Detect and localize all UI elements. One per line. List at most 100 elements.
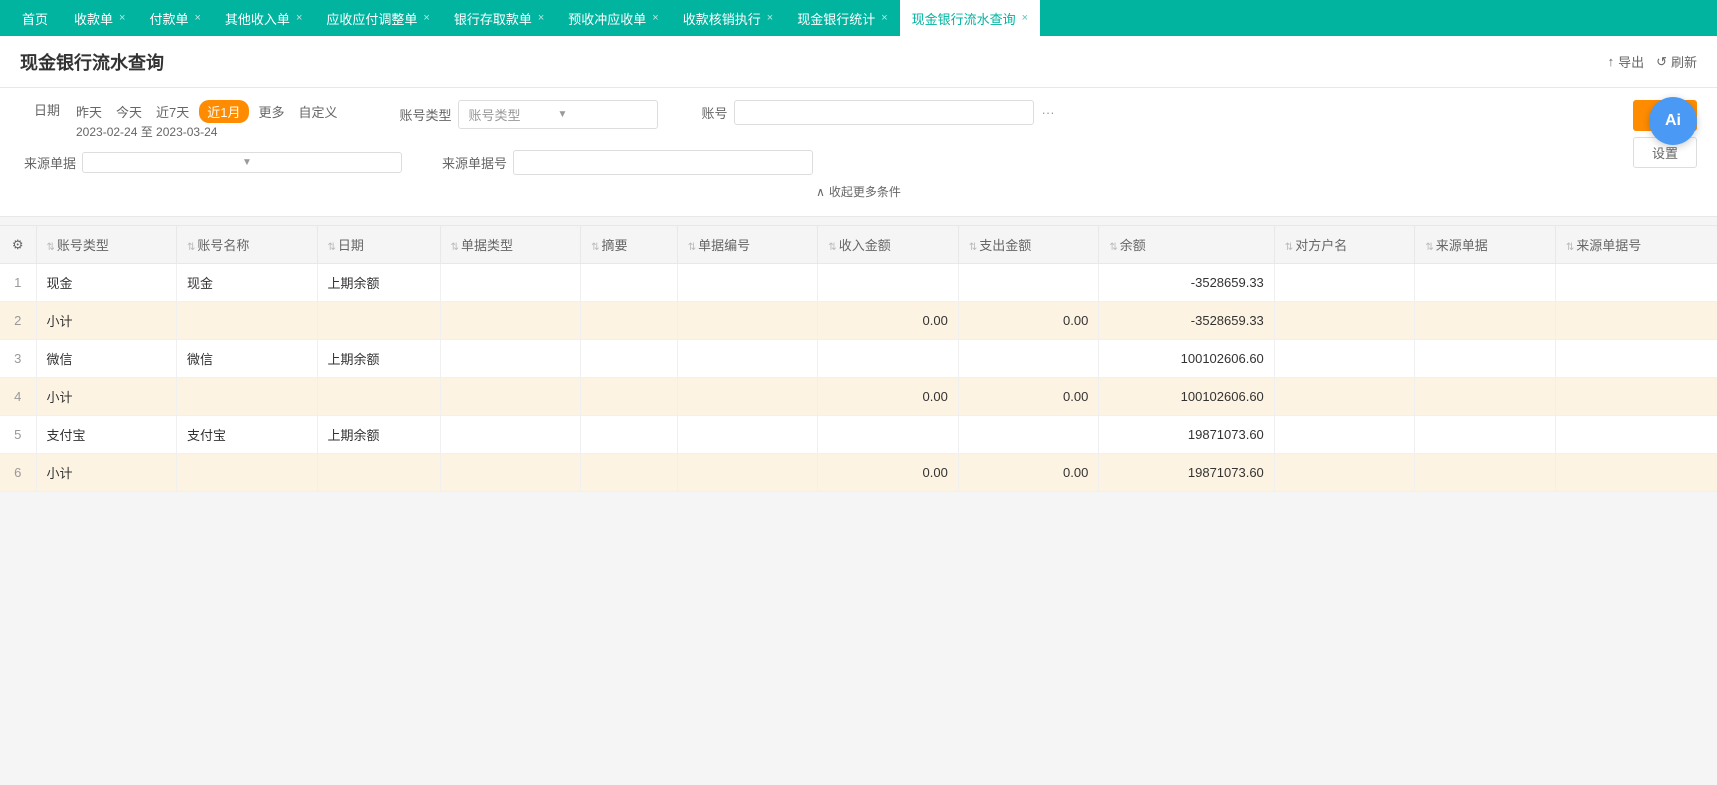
col-doc-no[interactable]: ⇅单据编号 xyxy=(677,226,818,264)
nav-tab-3[interactable]: 应收应付调整单 × xyxy=(314,0,441,36)
date-btn-7days[interactable]: 近7天 xyxy=(152,100,193,123)
cell-account-name-4: 支付宝 xyxy=(177,416,318,454)
date-btn-custom[interactable]: 自定义 xyxy=(295,100,342,123)
nav-home[interactable]: 首页 xyxy=(8,9,62,28)
data-table: ⚙ ⇅账号类型 ⇅账号名称 ⇅日期 ⇅单据类型 ⇅摘要 ⇅单据编号 ⇅收入金额 … xyxy=(0,225,1717,492)
close-tab-5-icon[interactable]: × xyxy=(652,12,658,24)
col-income[interactable]: ⇅收入金额 xyxy=(818,226,959,264)
cell-doc-no-2 xyxy=(677,340,818,378)
cell-balance-0: -3528659.33 xyxy=(1099,264,1274,302)
cell-source-doc-no-0 xyxy=(1555,264,1717,302)
nav-tab-4[interactable]: 银行存取款单 × xyxy=(442,0,556,36)
collapse-icon: ∧ xyxy=(816,185,825,199)
cell-summary-4 xyxy=(581,416,678,454)
cell-account-name-2: 微信 xyxy=(177,340,318,378)
cell-doc-no-1 xyxy=(677,302,818,340)
source-doc-dropdown-icon: ▼ xyxy=(242,157,391,168)
cell-income-0 xyxy=(818,264,959,302)
cell-source-doc-5 xyxy=(1415,454,1556,492)
date-btn-1month[interactable]: 近1月 xyxy=(199,100,248,123)
cell-source-doc-4 xyxy=(1415,416,1556,454)
close-tab-4-icon[interactable]: × xyxy=(538,12,544,24)
close-tab-8-icon[interactable]: × xyxy=(1022,12,1028,24)
source-doc-num-input[interactable] xyxy=(513,150,813,175)
date-options: 昨天 今天 近7天 近1月 更多 自定义 xyxy=(72,100,342,123)
nav-tab-2[interactable]: 其他收入单 × xyxy=(213,0,314,36)
close-tab-0-icon[interactable]: × xyxy=(119,12,125,24)
top-navigation: 首页 收款单 × 付款单 × 其他收入单 × 应收应付调整单 × 银行存取款单 … xyxy=(0,0,1717,36)
cell-date-5 xyxy=(317,454,440,492)
col-summary[interactable]: ⇅摘要 xyxy=(581,226,678,264)
cell-date-2: 上期余额 xyxy=(317,340,440,378)
cell-balance-1: -3528659.33 xyxy=(1099,302,1274,340)
collapse-button[interactable]: ∧ 收起更多条件 xyxy=(816,183,901,200)
col-counterpart[interactable]: ⇅对方户名 xyxy=(1274,226,1415,264)
nav-tab-5[interactable]: 预收冲应收单 × xyxy=(556,0,670,36)
close-tab-2-icon[interactable]: × xyxy=(296,12,302,24)
account-num-more-icon[interactable]: ··· xyxy=(1042,105,1055,120)
col-source-doc[interactable]: ⇅来源单据 xyxy=(1415,226,1556,264)
cell-account-type-5: 小计 xyxy=(36,454,177,492)
cell-doc-type-2 xyxy=(440,340,581,378)
cell-expense-3: 0.00 xyxy=(958,378,1099,416)
data-table-container: ⚙ ⇅账号类型 ⇅账号名称 ⇅日期 ⇅单据类型 ⇅摘要 ⇅单据编号 ⇅收入金额 … xyxy=(0,225,1717,492)
close-tab-3-icon[interactable]: × xyxy=(423,12,429,24)
cell-summary-3 xyxy=(581,378,678,416)
cell-date-3 xyxy=(317,378,440,416)
table-row: 2 小计 0.00 0.00 -3528659.33 xyxy=(0,302,1717,340)
header-actions: ↑ 导出 ↺ 刷新 xyxy=(1608,52,1697,71)
row-num-3: 4 xyxy=(0,378,36,416)
cell-balance-5: 19871073.60 xyxy=(1099,454,1274,492)
cell-income-3: 0.00 xyxy=(818,378,959,416)
account-type-select[interactable]: 账号类型 ▼ xyxy=(458,100,658,129)
cell-source-doc-3 xyxy=(1415,378,1556,416)
cell-counterpart-1 xyxy=(1274,302,1415,340)
cell-doc-type-4 xyxy=(440,416,581,454)
account-num-input[interactable] xyxy=(734,100,1034,125)
date-btn-yesterday[interactable]: 昨天 xyxy=(72,100,106,123)
ai-assistant-button[interactable]: Ai xyxy=(1649,97,1697,145)
date-btn-more[interactable]: 更多 xyxy=(255,100,289,123)
col-source-doc-no[interactable]: ⇅来源单据号 xyxy=(1555,226,1717,264)
cell-income-5: 0.00 xyxy=(818,454,959,492)
table-row: 6 小计 0.00 0.00 19871073.60 xyxy=(0,454,1717,492)
refresh-button[interactable]: ↺ 刷新 xyxy=(1656,52,1697,71)
nav-tab-6[interactable]: 收款核销执行 × xyxy=(671,0,785,36)
cell-account-type-0: 现金 xyxy=(36,264,177,302)
date-btn-today[interactable]: 今天 xyxy=(112,100,146,123)
nav-tab-7[interactable]: 现金银行统计 × xyxy=(785,0,899,36)
page-title: 现金银行流水查询 xyxy=(20,49,164,75)
col-account-name[interactable]: ⇅账号名称 xyxy=(177,226,318,264)
col-account-type[interactable]: ⇅账号类型 xyxy=(36,226,177,264)
row-num-0: 1 xyxy=(0,264,36,302)
close-tab-6-icon[interactable]: × xyxy=(767,12,773,24)
export-button[interactable]: ↑ 导出 xyxy=(1608,52,1645,71)
cell-income-1: 0.00 xyxy=(818,302,959,340)
cell-source-doc-1 xyxy=(1415,302,1556,340)
cell-doc-type-5 xyxy=(440,454,581,492)
col-gear[interactable]: ⚙ xyxy=(0,226,36,264)
cell-expense-4 xyxy=(958,416,1099,454)
table-row: 1 现金 现金 上期余额 -3528659.33 xyxy=(0,264,1717,302)
close-tab-1-icon[interactable]: × xyxy=(194,12,200,24)
cell-counterpart-2 xyxy=(1274,340,1415,378)
col-expense[interactable]: ⇅支出金额 xyxy=(958,226,1099,264)
table-row: 3 微信 微信 上期余额 100102606.60 xyxy=(0,340,1717,378)
source-doc-select[interactable]: ▼ xyxy=(82,152,402,173)
cell-summary-0 xyxy=(581,264,678,302)
nav-tab-0[interactable]: 收款单 × xyxy=(62,0,137,36)
cell-doc-no-5 xyxy=(677,454,818,492)
cell-account-type-3: 小计 xyxy=(36,378,177,416)
col-balance[interactable]: ⇅余额 xyxy=(1099,226,1274,264)
cell-balance-2: 100102606.60 xyxy=(1099,340,1274,378)
cell-source-doc-no-1 xyxy=(1555,302,1717,340)
nav-tab-1[interactable]: 付款单 × xyxy=(137,0,212,36)
nav-tab-8[interactable]: 现金银行流水查询 × xyxy=(900,0,1040,36)
account-type-label: 账号类型 xyxy=(392,105,452,124)
col-date[interactable]: ⇅日期 xyxy=(317,226,440,264)
close-tab-7-icon[interactable]: × xyxy=(881,12,887,24)
table-row: 5 支付宝 支付宝 上期余额 19871073.60 xyxy=(0,416,1717,454)
export-icon: ↑ xyxy=(1608,54,1615,69)
row-num-5: 6 xyxy=(0,454,36,492)
col-doc-type[interactable]: ⇅单据类型 xyxy=(440,226,581,264)
